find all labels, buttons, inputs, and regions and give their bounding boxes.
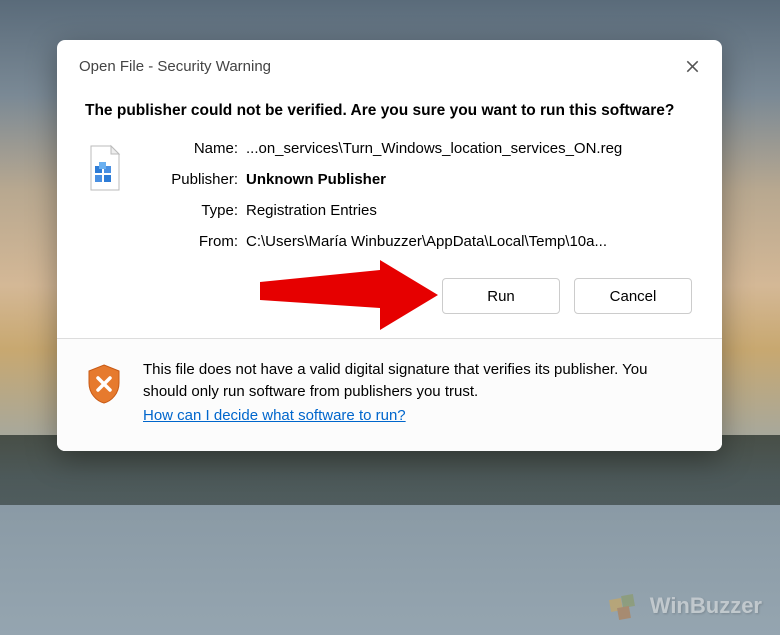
cancel-button[interactable]: Cancel (574, 278, 692, 314)
watermark: WinBuzzer (608, 591, 762, 621)
warning-heading: The publisher could not be verified. Are… (85, 100, 694, 122)
from-value: C:\Users\María Winbuzzer\AppData\Local\T… (246, 233, 694, 250)
type-label: Type: (143, 202, 238, 219)
dialog-footer: This file does not have a valid digital … (57, 338, 722, 450)
from-label: From: (143, 233, 238, 250)
security-warning-dialog: Open File - Security Warning The publish… (57, 40, 722, 451)
titlebar: Open File - Security Warning (57, 40, 722, 86)
footer-text-block: This file does not have a valid digital … (143, 359, 694, 426)
pointer-arrow-icon (260, 260, 440, 330)
footer-help-link[interactable]: How can I decide what software to run? (143, 405, 406, 427)
publisher-value: Unknown Publisher (246, 171, 694, 188)
publisher-label: Publisher: (143, 171, 238, 188)
file-details: Name: ...on_services\Turn_Windows_locati… (85, 140, 694, 250)
shield-warning-icon (85, 363, 123, 410)
footer-message: This file does not have a valid digital … (143, 361, 647, 400)
close-button[interactable] (680, 54, 704, 78)
name-label: Name: (143, 140, 238, 157)
dialog-content: The publisher could not be verified. Are… (57, 86, 722, 338)
watermark-logo-icon (608, 591, 642, 621)
dialog-title: Open File - Security Warning (79, 58, 271, 75)
type-value: Registration Entries (246, 202, 694, 219)
run-button[interactable]: Run (442, 278, 560, 314)
close-icon (686, 60, 699, 73)
watermark-text: WinBuzzer (650, 593, 762, 619)
name-value: ...on_services\Turn_Windows_location_ser… (246, 140, 694, 157)
button-row: Run Cancel (85, 278, 694, 314)
detail-grid: Name: ...on_services\Turn_Windows_locati… (143, 140, 694, 250)
reg-file-icon (85, 140, 125, 250)
